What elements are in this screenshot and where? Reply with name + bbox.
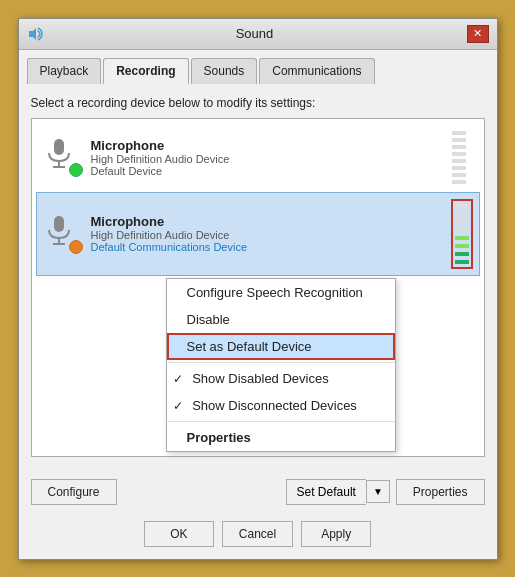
context-divider-1: [167, 362, 395, 363]
device-info-2: Microphone High Definition Audio Device …: [91, 214, 443, 253]
cancel-button[interactable]: Cancel: [222, 521, 293, 547]
context-properties[interactable]: Properties: [167, 424, 395, 451]
device-sub1-1: High Definition Audio Device: [91, 153, 441, 165]
configure-button[interactable]: Configure: [31, 479, 117, 505]
context-disable[interactable]: Disable: [167, 306, 395, 333]
svg-rect-4: [54, 216, 64, 232]
device-sub1-2: High Definition Audio Device: [91, 229, 443, 241]
ok-button[interactable]: OK: [144, 521, 214, 547]
device-item-default[interactable]: Microphone High Definition Audio Device …: [36, 123, 480, 192]
title-bar: Sound ✕: [19, 19, 497, 50]
status-indicator-2: [69, 240, 83, 254]
device-info-1: Microphone High Definition Audio Device …: [91, 138, 441, 177]
tab-bar: Playback Recording Sounds Communications: [19, 50, 497, 84]
context-show-disconnected[interactable]: ✓ Show Disconnected Devices: [167, 392, 395, 419]
context-divider-2: [167, 421, 395, 422]
device-icon-1: [43, 137, 83, 177]
window-icon: [27, 26, 43, 42]
tab-sounds[interactable]: Sounds: [191, 58, 258, 84]
device-sub2-1: Default Device: [91, 165, 441, 177]
description-text: Select a recording device below to modif…: [31, 96, 485, 110]
svg-marker-0: [29, 28, 36, 40]
volume-bars-selected: [451, 199, 473, 269]
device-sub2-2: Default Communications Device: [91, 241, 443, 253]
bottom-buttons: Configure Set Default ▼ Properties: [19, 469, 497, 513]
sound-dialog: Sound ✕ Playback Recording Sounds Commun…: [18, 18, 498, 560]
tab-recording[interactable]: Recording: [103, 58, 188, 84]
volume-bars-1: [449, 130, 469, 185]
apply-button[interactable]: Apply: [301, 521, 371, 547]
properties-button[interactable]: Properties: [396, 479, 485, 505]
status-indicator-1: [69, 163, 83, 177]
context-show-disabled[interactable]: ✓ Show Disabled Devices: [167, 365, 395, 392]
device-name-2: Microphone: [91, 214, 443, 229]
context-set-default[interactable]: Set as Default Device: [167, 333, 395, 360]
tab-communications[interactable]: Communications: [259, 58, 374, 84]
check-icon-disconnected: ✓: [173, 399, 189, 413]
device-list: Microphone High Definition Audio Device …: [31, 118, 485, 457]
set-default-button[interactable]: Set Default: [286, 479, 366, 505]
device-icon-2: [43, 214, 83, 254]
set-default-arrow-button[interactable]: ▼: [366, 480, 390, 503]
device-item-comms[interactable]: Microphone High Definition Audio Device …: [36, 192, 480, 276]
dialog-buttons: OK Cancel Apply: [19, 513, 497, 559]
device-name-1: Microphone: [91, 138, 441, 153]
svg-rect-1: [54, 139, 64, 155]
close-button[interactable]: ✕: [467, 25, 489, 43]
content-area: Select a recording device below to modif…: [19, 84, 497, 469]
set-default-group: Set Default ▼: [286, 479, 390, 505]
tab-playback[interactable]: Playback: [27, 58, 102, 84]
context-menu: Configure Speech Recognition Disable Set…: [166, 278, 396, 452]
window-title: Sound: [43, 26, 467, 41]
check-icon-disabled: ✓: [173, 372, 189, 386]
left-buttons: Configure: [31, 479, 117, 505]
right-buttons: Set Default ▼ Properties: [286, 479, 485, 505]
context-configure[interactable]: Configure Speech Recognition: [167, 279, 395, 306]
